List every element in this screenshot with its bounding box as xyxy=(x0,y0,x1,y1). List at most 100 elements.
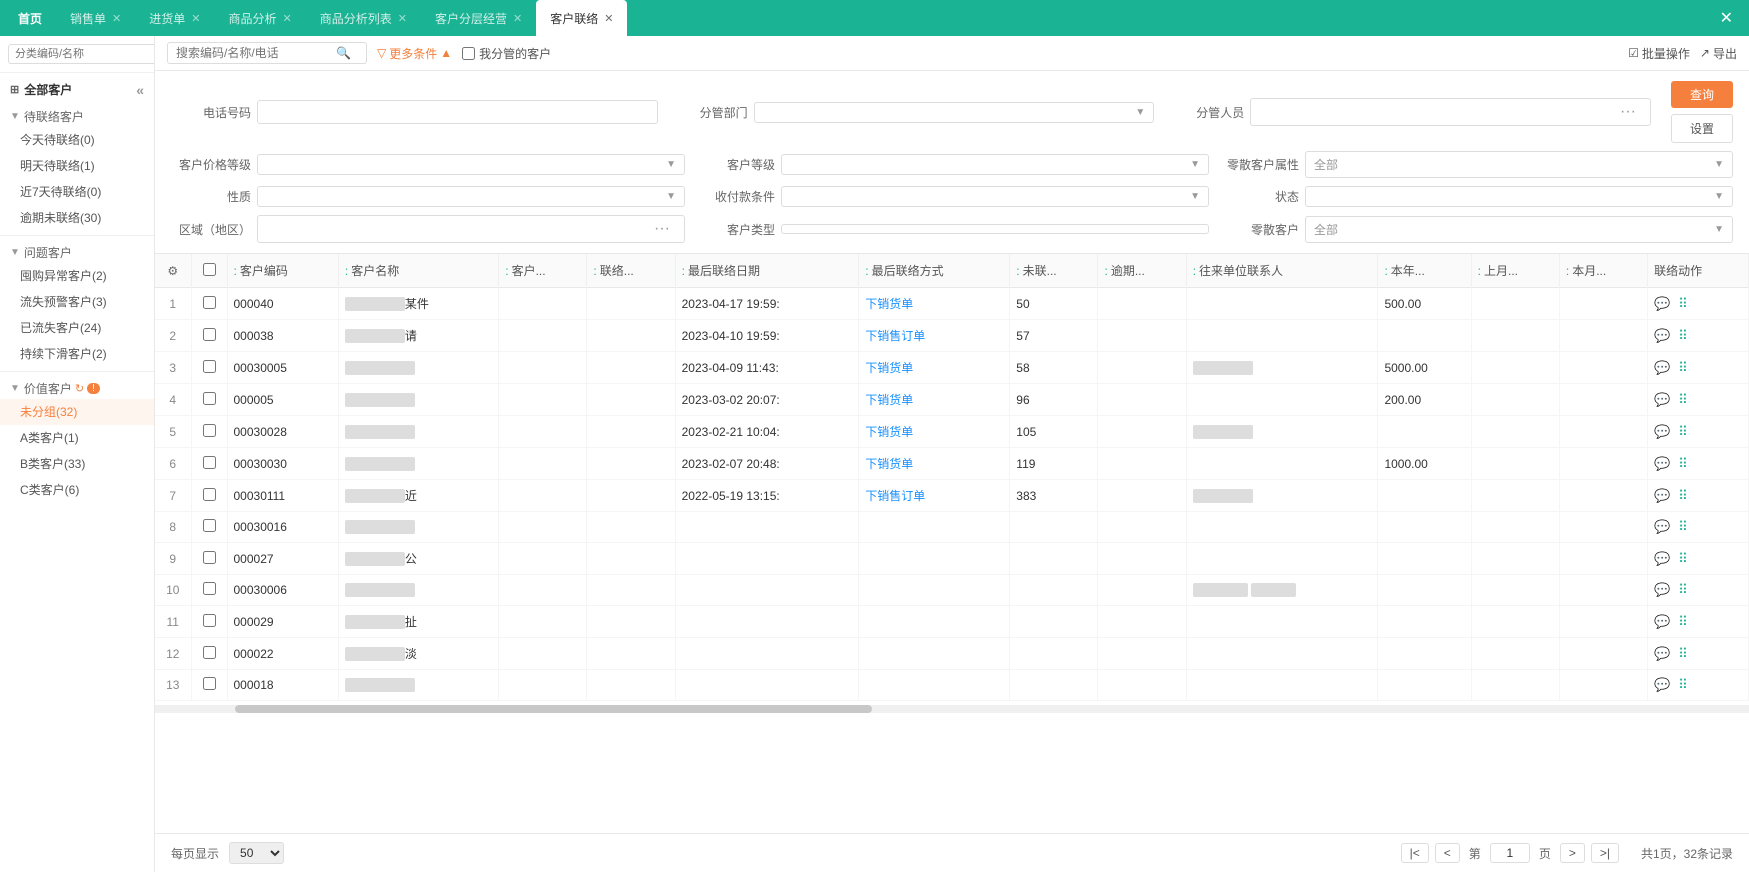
contact-icon[interactable]: 💬 xyxy=(1654,424,1670,440)
more-icon[interactable]: ⠿ xyxy=(1678,519,1688,535)
sidebar-item-7day-pending[interactable]: 近7天待联络(0) xyxy=(0,179,154,205)
more-icon[interactable]: ⠿ xyxy=(1678,582,1688,598)
page-first-btn[interactable]: |< xyxy=(1401,843,1429,863)
tab-purchase[interactable]: 进货单 ✕ xyxy=(135,0,214,36)
row-select-checkbox[interactable] xyxy=(203,646,216,659)
row-checkbox[interactable] xyxy=(191,384,227,416)
more-icon[interactable]: ⠿ xyxy=(1678,614,1688,630)
row-checkbox[interactable] xyxy=(191,448,227,480)
sidebar-item-today-pending[interactable]: 今天待联络(0) xyxy=(0,127,154,153)
contact-icon[interactable]: 💬 xyxy=(1654,456,1670,472)
sidebar-item-tomorrow-pending[interactable]: 明天待联络(1) xyxy=(0,153,154,179)
export-btn[interactable]: ↗ 导出 xyxy=(1700,45,1737,62)
row-checkbox[interactable] xyxy=(191,670,227,701)
row-select-checkbox[interactable] xyxy=(203,424,216,437)
contact-icon[interactable]: 💬 xyxy=(1654,488,1670,504)
row-checkbox[interactable] xyxy=(191,638,227,670)
row-last-method-link[interactable]: 下销货单 xyxy=(865,361,913,375)
customer-type-select[interactable] xyxy=(781,224,1209,234)
region-select[interactable]: ··· xyxy=(257,215,685,243)
tab-purchase-close[interactable]: ✕ xyxy=(191,12,200,25)
contact-icon[interactable]: 💬 xyxy=(1654,296,1670,312)
sidebar-item-overdue-pending[interactable]: 逾期未联络(30) xyxy=(0,205,154,231)
tab-customer-contact-close[interactable]: ✕ xyxy=(604,12,613,25)
sidebar-item-class-c[interactable]: C类客户(6) xyxy=(0,477,154,503)
sidebar-item-abnormal[interactable]: 囤购异常客户(2) xyxy=(0,263,154,289)
row-select-checkbox[interactable] xyxy=(203,551,216,564)
contact-icon[interactable]: 💬 xyxy=(1654,646,1670,662)
more-icon[interactable]: ⠿ xyxy=(1678,488,1688,504)
row-select-checkbox[interactable] xyxy=(203,614,216,627)
tab-analysis[interactable]: 商品分析 ✕ xyxy=(214,0,305,36)
row-select-checkbox[interactable] xyxy=(203,328,216,341)
refresh-icon[interactable]: ↻ xyxy=(75,382,84,395)
sidebar-item-unclassified[interactable]: 未分组(32) xyxy=(0,399,154,425)
contact-icon[interactable]: 💬 xyxy=(1654,360,1670,376)
scatter-attr-select[interactable]: 全部 ▼ xyxy=(1305,151,1733,178)
reset-button[interactable]: 设置 xyxy=(1671,114,1733,143)
page-last-btn[interactable]: >| xyxy=(1591,843,1619,863)
manager-select[interactable]: ··· xyxy=(1250,98,1651,126)
row-checkbox[interactable] xyxy=(191,575,227,606)
row-checkbox[interactable] xyxy=(191,512,227,543)
query-button[interactable]: 查询 xyxy=(1671,81,1733,108)
row-checkbox[interactable] xyxy=(191,416,227,448)
region-dots-icon[interactable]: ··· xyxy=(648,220,676,238)
tab-analysis-list[interactable]: 商品分析列表 ✕ xyxy=(306,0,421,36)
tab-analysis-close[interactable]: ✕ xyxy=(283,12,292,25)
row-last-method-link[interactable]: 下销货单 xyxy=(865,393,913,407)
sidebar-item-churn-warning[interactable]: 流失预警客户(3) xyxy=(0,289,154,315)
row-checkbox[interactable] xyxy=(191,288,227,320)
row-last-method-link[interactable]: 下销售订单 xyxy=(865,329,925,343)
tab-customer-segment[interactable]: 客户分层经营 ✕ xyxy=(421,0,536,36)
price-level-select[interactable]: ▼ xyxy=(257,154,685,175)
row-last-method-link[interactable]: 下销售订单 xyxy=(865,489,925,503)
scatter-select[interactable]: 全部 ▼ xyxy=(1305,216,1733,243)
row-checkbox[interactable] xyxy=(191,606,227,638)
row-select-checkbox[interactable] xyxy=(203,296,216,309)
sidebar-item-declining[interactable]: 持续下滑客户(2) xyxy=(0,341,154,367)
payment-select[interactable]: ▼ xyxy=(781,186,1209,207)
row-select-checkbox[interactable] xyxy=(203,360,216,373)
row-select-checkbox[interactable] xyxy=(203,582,216,595)
contact-icon[interactable]: 💬 xyxy=(1654,328,1670,344)
nature-select[interactable]: ▼ xyxy=(257,186,685,207)
page-prev-btn[interactable]: < xyxy=(1435,843,1460,863)
row-last-method-link[interactable]: 下销货单 xyxy=(865,297,913,311)
sidebar-collapse-icon[interactable]: « xyxy=(136,82,144,98)
row-checkbox[interactable] xyxy=(191,543,227,575)
sidebar-item-churned[interactable]: 已流失客户(24) xyxy=(0,315,154,341)
value-customer-category[interactable]: ▼ 价值客户 ↻ ! xyxy=(0,376,154,399)
tab-customer-segment-close[interactable]: ✕ xyxy=(513,12,522,25)
tab-analysis-list-close[interactable]: ✕ xyxy=(398,12,407,25)
row-last-method-link[interactable]: 下销货单 xyxy=(865,425,913,439)
contact-icon[interactable]: 💬 xyxy=(1654,582,1670,598)
tab-sales-close[interactable]: ✕ xyxy=(112,12,121,25)
filter-search-icon[interactable]: 🔍 xyxy=(336,46,351,60)
more-icon[interactable]: ⠿ xyxy=(1678,424,1688,440)
sidebar-item-class-b[interactable]: B类客户(33) xyxy=(0,451,154,477)
row-checkbox[interactable] xyxy=(191,352,227,384)
more-icon[interactable]: ⠿ xyxy=(1678,551,1688,567)
phone-input[interactable] xyxy=(257,100,658,124)
more-icon[interactable]: ⠿ xyxy=(1678,456,1688,472)
filter-search-input[interactable] xyxy=(176,46,336,60)
row-select-checkbox[interactable] xyxy=(203,392,216,405)
horizontal-scrollbar[interactable] xyxy=(155,705,1749,713)
row-select-checkbox[interactable] xyxy=(203,488,216,501)
contact-icon[interactable]: 💬 xyxy=(1654,519,1670,535)
problem-customer-category[interactable]: ▼ 问题客户 xyxy=(0,240,154,263)
dept-select[interactable]: ▼ xyxy=(754,102,1155,123)
contact-icon[interactable]: 💬 xyxy=(1654,392,1670,408)
per-page-select[interactable]: 50 100 200 xyxy=(229,842,284,864)
contact-icon[interactable]: 💬 xyxy=(1654,677,1670,693)
manager-dots-icon[interactable]: ··· xyxy=(1614,103,1642,121)
more-conditions-btn[interactable]: ▽ 更多条件 ▲ xyxy=(377,45,452,62)
window-close-button[interactable]: ✕ xyxy=(1708,8,1745,28)
batch-operation-btn[interactable]: ☑ 批量操作 xyxy=(1628,45,1690,62)
row-last-method-link[interactable]: 下销货单 xyxy=(865,457,913,471)
sidebar-item-class-a[interactable]: A类客户(1) xyxy=(0,425,154,451)
tab-home[interactable]: 首页 xyxy=(4,0,56,36)
page-next-btn[interactable]: > xyxy=(1560,843,1585,863)
row-select-checkbox[interactable] xyxy=(203,677,216,690)
